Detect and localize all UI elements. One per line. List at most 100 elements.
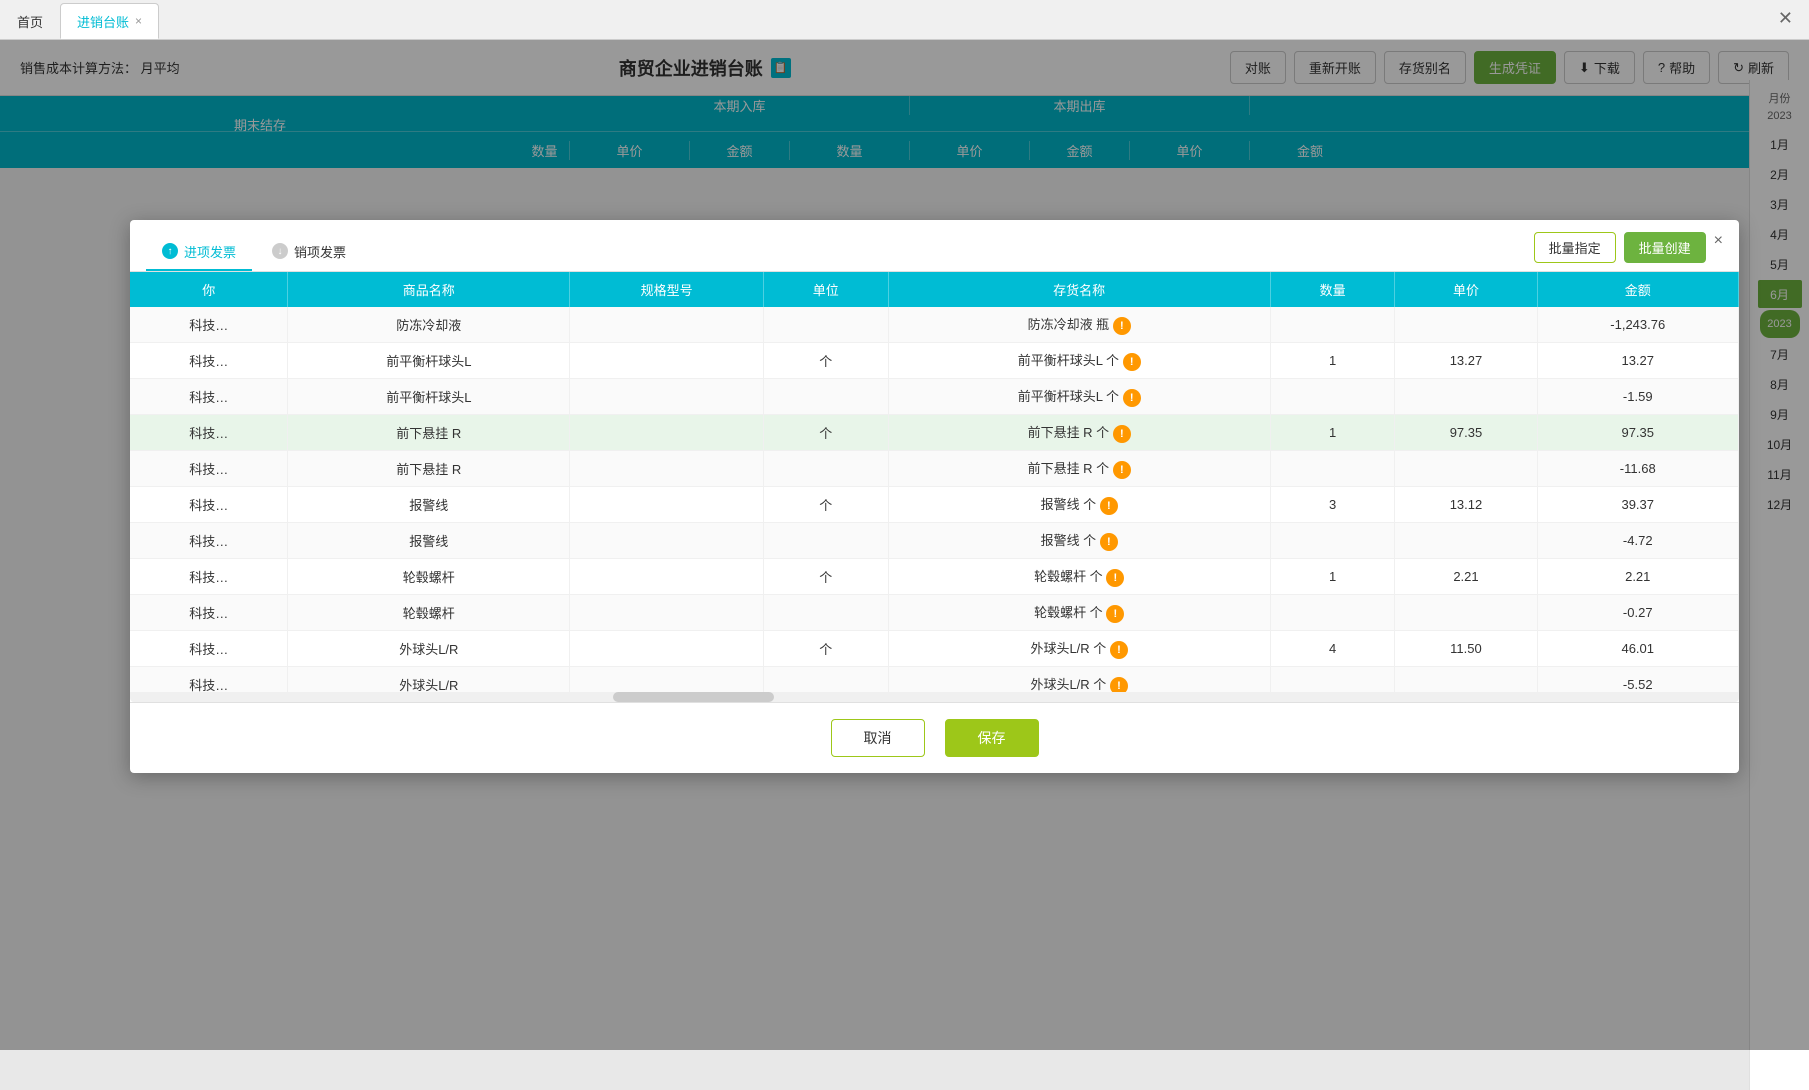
inventory-name: 报警线 个 [1041,533,1097,548]
th-quantity: 数量 [1270,272,1395,307]
td-spec [570,559,764,595]
inventory-name: 轮毂螺杆 个 [1034,605,1103,620]
inventory-name: 报警线 个 [1041,497,1097,512]
modal-table-wrapper[interactable]: 你 商品名称 规格型号 单位 存货名称 数量 单价 金额 科技… 防冻冷却液 [130,272,1739,692]
td-company: 科技… [130,343,288,379]
td-unit: 个 [763,415,888,451]
td-spec [570,523,764,559]
tab-close-icon[interactable]: × [135,14,142,28]
td-unit-price: 97.35 [1395,415,1537,451]
td-inventory: 前下悬挂 R 个 ! [888,451,1270,487]
incoming-tab-label: 进项发票 [184,242,236,261]
td-company: 科技… [130,631,288,667]
warning-icon: ! [1113,461,1131,479]
tab-incoming-invoice[interactable]: ↑ 进项发票 [146,234,252,271]
th-unit: 单位 [763,272,888,307]
warning-icon: ! [1100,533,1118,551]
warning-icon: ! [1100,497,1118,515]
th-inventory-name: 存货名称 [888,272,1270,307]
th-amount: 金额 [1537,272,1739,307]
td-quantity: 3 [1270,487,1395,523]
td-inventory: 前平衡杆球头L 个 ! [888,343,1270,379]
td-unit-price [1395,451,1537,487]
td-unit [763,307,888,343]
main-area: 销售成本计算方法： 月平均 商贸企业进销台账 📋 对账 重新开账 存货别名 生成… [0,40,1809,1050]
warning-icon: ! [1123,353,1141,371]
td-quantity: 1 [1270,559,1395,595]
warning-icon: ! [1113,317,1131,335]
td-company: 科技… [130,595,288,631]
td-spec [570,343,764,379]
td-inventory: 轮毂螺杆 个 ! [888,559,1270,595]
scrollbar-thumb[interactable] [613,692,774,702]
window-close-button[interactable]: ✕ [1778,8,1793,29]
warning-icon: ! [1106,569,1124,587]
modal-horizontal-scrollbar[interactable] [130,692,1739,702]
td-unit-price [1395,595,1537,631]
tab-home[interactable]: 首页 [0,3,60,39]
th-product-name: 商品名称 [288,272,570,307]
td-inventory: 外球头L/R 个 ! [888,631,1270,667]
tab-outgoing-invoice[interactable]: ↓ 销项发票 [256,234,362,271]
td-amount: -5.52 [1537,667,1739,693]
td-product: 前平衡杆球头L [288,343,570,379]
td-company: 科技… [130,523,288,559]
tab-bar: 首页 进销台账 × ✕ [0,0,1809,40]
table-row: 科技… 报警线 个 报警线 个 ! 3 13.12 39.37 [130,487,1739,523]
td-amount: -1.59 [1537,379,1739,415]
th-spec: 规格型号 [570,272,764,307]
warning-icon: ! [1123,389,1141,407]
table-row: 科技… 报警线 报警线 个 ! -4.72 [130,523,1739,559]
td-inventory: 防冻冷却液 瓶 ! [888,307,1270,343]
table-row: 科技… 外球头L/R 个 外球头L/R 个 ! 4 11.50 46.01 [130,631,1739,667]
tab-home-label: 首页 [17,12,43,31]
td-unit [763,595,888,631]
td-inventory: 外球头L/R 个 ! [888,667,1270,693]
td-company: 科技… [130,451,288,487]
td-company: 科技… [130,307,288,343]
td-unit: 个 [763,631,888,667]
td-product: 防冻冷却液 [288,307,570,343]
inventory-name: 轮毂螺杆 个 [1034,569,1103,584]
table-row: 科技… 前平衡杆球头L 个 前平衡杆球头L 个 ! 1 13.27 13.27 [130,343,1739,379]
cancel-button[interactable]: 取消 [831,719,925,757]
modal-close-button[interactable]: × [1714,232,1723,263]
td-company: 科技… [130,559,288,595]
td-product: 轮毂螺杆 [288,559,570,595]
batch-create-button[interactable]: 批量创建 [1624,232,1706,263]
td-inventory: 前平衡杆球头L 个 ! [888,379,1270,415]
table-row: 科技… 外球头L/R 外球头L/R 个 ! -5.52 [130,667,1739,693]
td-amount: -1,243.76 [1537,307,1739,343]
modal-table: 你 商品名称 规格型号 单位 存货名称 数量 单价 金额 科技… 防冻冷却液 [130,272,1739,692]
td-product: 前下悬挂 R [288,451,570,487]
table-row: 科技… 防冻冷却液 防冻冷却液 瓶 ! -1,243.76 [130,307,1739,343]
td-unit-price: 13.27 [1395,343,1537,379]
td-amount: 97.35 [1537,415,1739,451]
batch-assign-button[interactable]: 批量指定 [1534,232,1616,263]
tab-current[interactable]: 进销台账 × [60,3,159,39]
inventory-name: 外球头L/R 个 [1030,677,1106,692]
td-product: 外球头L/R [288,667,570,693]
tab-current-label: 进销台账 [77,12,129,31]
td-inventory: 前下悬挂 R 个 ! [888,415,1270,451]
warning-icon: ! [1110,677,1128,692]
warning-icon: ! [1110,641,1128,659]
td-unit-price: 13.12 [1395,487,1537,523]
th-company: 你 [130,272,288,307]
td-spec [570,307,764,343]
td-spec [570,451,764,487]
td-spec [570,667,764,693]
inventory-name: 前下悬挂 R 个 [1028,425,1110,440]
td-spec [570,487,764,523]
td-amount: -11.68 [1537,451,1739,487]
td-quantity: 4 [1270,631,1395,667]
warning-icon: ! [1113,425,1131,443]
td-unit-price [1395,667,1537,693]
td-unit [763,379,888,415]
inventory-name: 外球头L/R 个 [1030,641,1106,656]
save-button[interactable]: 保存 [945,719,1039,757]
td-amount: 13.27 [1537,343,1739,379]
td-company: 科技… [130,415,288,451]
table-row: 科技… 轮毂螺杆 个 轮毂螺杆 个 ! 1 2.21 2.21 [130,559,1739,595]
td-unit [763,667,888,693]
